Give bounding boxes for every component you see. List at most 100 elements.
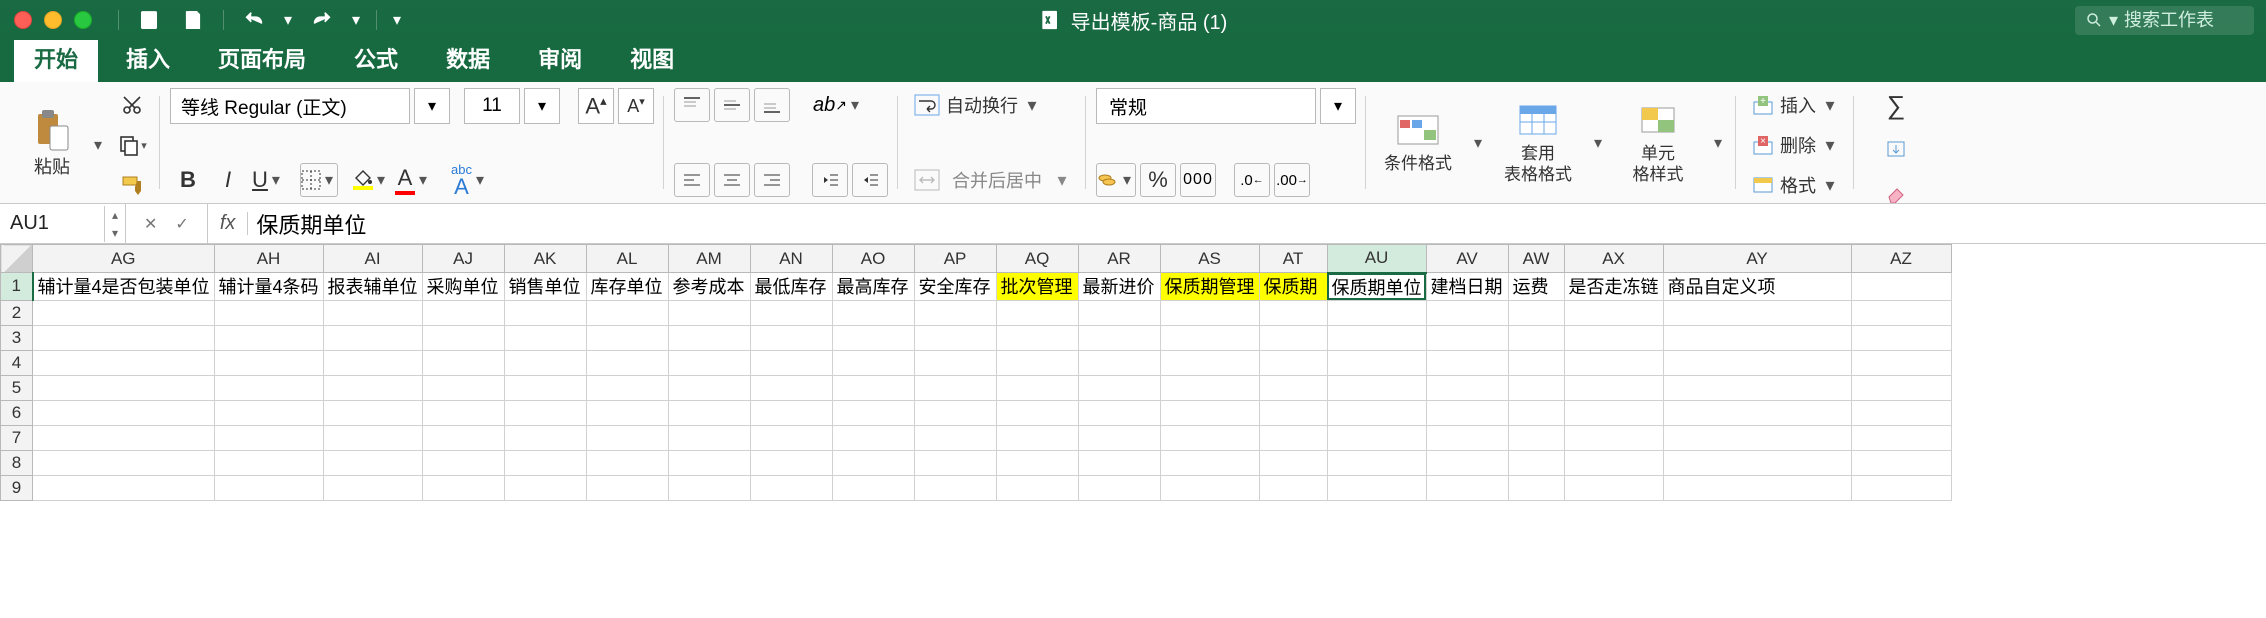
column-header[interactable]: AP — [914, 245, 996, 273]
cell[interactable] — [1078, 325, 1160, 350]
font-color-button[interactable]: A▾ — [394, 163, 432, 197]
row-header[interactable]: 4 — [1, 350, 33, 375]
cell[interactable] — [586, 375, 668, 400]
italic-button[interactable]: I — [210, 163, 246, 197]
cell[interactable] — [1160, 300, 1259, 325]
align-top-button[interactable] — [674, 88, 710, 122]
cell[interactable] — [996, 400, 1078, 425]
row-header[interactable]: 5 — [1, 375, 33, 400]
cell[interactable] — [422, 400, 504, 425]
cell[interactable] — [1508, 350, 1564, 375]
cell[interactable] — [1508, 400, 1564, 425]
name-box-down-icon[interactable]: ▾ — [105, 224, 125, 242]
increase-decimal-button[interactable]: .0← — [1234, 163, 1270, 197]
cell[interactable] — [214, 350, 323, 375]
minimize-window-button[interactable] — [44, 11, 62, 29]
cell[interactable]: 辅计量4条码 — [214, 273, 323, 301]
column-header[interactable]: AS — [1160, 245, 1259, 273]
currency-button[interactable]: ▾ — [1096, 163, 1136, 197]
cell[interactable] — [1508, 325, 1564, 350]
sheet-search-input[interactable] — [2124, 10, 2244, 31]
cell[interactable] — [504, 425, 586, 450]
column-header[interactable]: AM — [668, 245, 750, 273]
fill-button[interactable] — [1878, 132, 1914, 166]
cell[interactable] — [422, 475, 504, 500]
cell[interactable] — [1160, 350, 1259, 375]
cell[interactable] — [1160, 375, 1259, 400]
column-header[interactable]: AI — [323, 245, 422, 273]
format-as-table-button[interactable]: 套用 表格格式 — [1496, 100, 1580, 185]
cell[interactable]: 参考成本 — [668, 273, 750, 301]
column-header[interactable]: AQ — [996, 245, 1078, 273]
cell[interactable] — [586, 475, 668, 500]
select-all-corner[interactable] — [1, 245, 33, 273]
cell[interactable] — [1327, 300, 1426, 325]
cell[interactable] — [914, 450, 996, 475]
cell[interactable] — [914, 325, 996, 350]
redo-dropdown-icon[interactable]: ▾ — [348, 5, 364, 35]
tab-review[interactable]: 审阅 — [518, 35, 602, 82]
cell[interactable] — [668, 475, 750, 500]
cell[interactable]: 商品自定义项 — [1663, 273, 1851, 301]
cell[interactable] — [422, 300, 504, 325]
row-header[interactable]: 3 — [1, 325, 33, 350]
cell[interactable] — [996, 375, 1078, 400]
cell[interactable] — [323, 325, 422, 350]
cell[interactable] — [1851, 325, 1951, 350]
cell[interactable] — [832, 475, 914, 500]
wrap-text-button[interactable]: 自动换行 ▾ — [908, 88, 1076, 122]
cell[interactable] — [1851, 350, 1951, 375]
qat-customize-dropdown-icon[interactable]: ▾ — [389, 5, 405, 35]
column-header[interactable]: AR — [1078, 245, 1160, 273]
cell[interactable] — [323, 475, 422, 500]
phonetic-guide-button[interactable]: abcA▾ — [450, 163, 489, 197]
cell[interactable] — [1327, 325, 1426, 350]
tab-view[interactable]: 视图 — [610, 35, 694, 82]
cell[interactable] — [1160, 475, 1259, 500]
cell[interactable] — [1259, 450, 1327, 475]
paste-dropdown-icon[interactable]: ▾ — [90, 130, 106, 160]
undo-icon[interactable] — [236, 2, 272, 38]
borders-button[interactable]: ▾ — [300, 163, 338, 197]
cell[interactable] — [1426, 325, 1508, 350]
cell[interactable]: 最新进价 — [1078, 273, 1160, 301]
font-size-combo[interactable]: 11 — [464, 88, 520, 124]
cell[interactable] — [668, 400, 750, 425]
cell[interactable] — [33, 400, 215, 425]
cell[interactable] — [1078, 400, 1160, 425]
align-bottom-button[interactable] — [754, 88, 790, 122]
tab-page-layout[interactable]: 页面布局 — [198, 35, 326, 82]
zoom-window-button[interactable] — [74, 11, 92, 29]
cell[interactable]: 运费 — [1508, 273, 1564, 301]
cell[interactable] — [1078, 450, 1160, 475]
cell[interactable] — [1327, 450, 1426, 475]
column-header[interactable]: AL — [586, 245, 668, 273]
column-header[interactable]: AJ — [422, 245, 504, 273]
cell[interactable] — [214, 450, 323, 475]
font-name-dropdown-icon[interactable]: ▾ — [414, 88, 450, 124]
merge-center-button[interactable]: 合并后居中 ▾ — [908, 163, 1076, 197]
autosum-button[interactable]: ∑ — [1878, 88, 1914, 122]
paste-button[interactable]: 粘贴 — [18, 111, 86, 179]
cell[interactable] — [750, 325, 832, 350]
save-icon[interactable] — [175, 2, 211, 38]
column-header[interactable]: AN — [750, 245, 832, 273]
cell[interactable] — [996, 325, 1078, 350]
column-header[interactable]: AX — [1564, 245, 1663, 273]
formula-content[interactable]: 保质期单位 — [248, 208, 2266, 240]
cell[interactable] — [1564, 450, 1663, 475]
cell[interactable] — [668, 450, 750, 475]
cell[interactable] — [914, 400, 996, 425]
orientation-button[interactable]: ab↗▾ — [812, 88, 864, 122]
clear-button[interactable] — [1878, 176, 1914, 210]
cell[interactable] — [586, 325, 668, 350]
cell[interactable] — [1426, 350, 1508, 375]
cell[interactable] — [323, 425, 422, 450]
cell[interactable] — [1564, 375, 1663, 400]
cell[interactable] — [504, 350, 586, 375]
cell[interactable] — [1327, 475, 1426, 500]
redo-icon[interactable] — [304, 2, 340, 38]
cell[interactable] — [33, 375, 215, 400]
cell[interactable] — [1160, 400, 1259, 425]
cell[interactable] — [1078, 375, 1160, 400]
